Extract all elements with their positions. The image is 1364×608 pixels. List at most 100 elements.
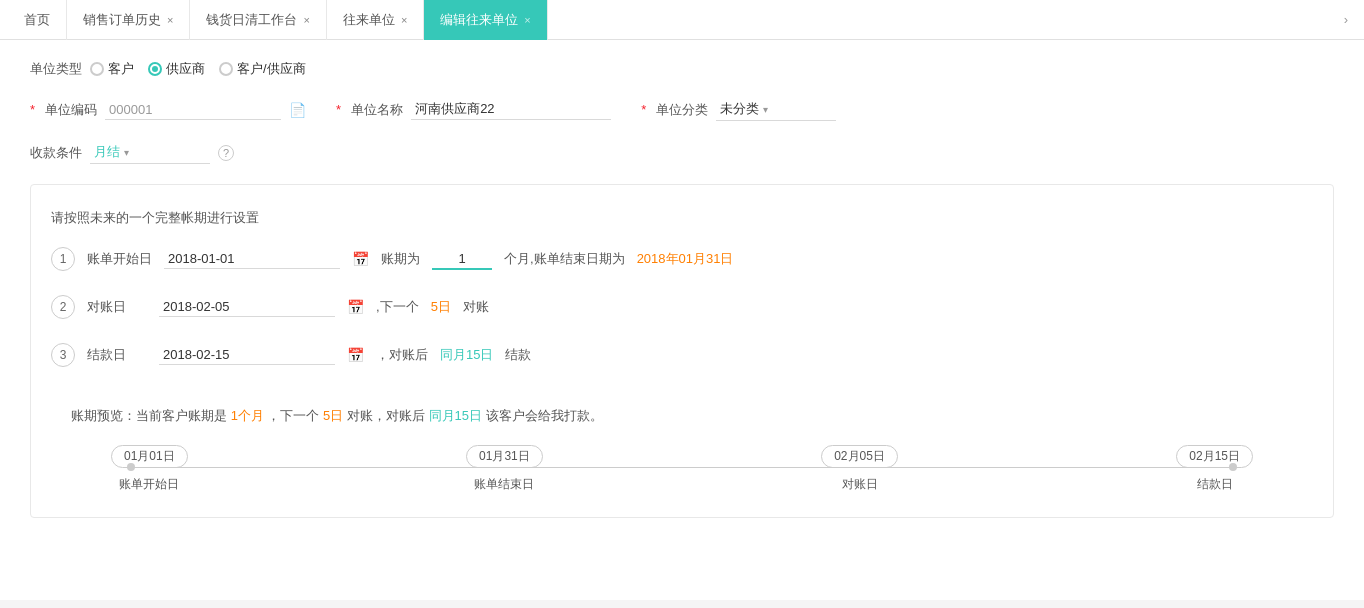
timeline-label-4: 结款日 [1197,476,1233,493]
reconcile-date-input[interactable] [159,297,335,317]
payment-condition-field: 收款条件 月结 ▾ ? [30,141,234,164]
reconcile-desc-prefix: ,下一个 [376,298,419,316]
row-label-1: 账单开始日 [87,250,152,268]
timeline-line [131,467,1233,468]
section-title: 请按照未来的一个完整帐期进行设置 [51,209,1313,227]
preview-prefix: 账期预览：当前客户账期是 [71,408,227,423]
unit-category-label: 单位分类 [656,101,708,119]
payment-desc-highlight: 同月15日 [440,346,493,364]
payment-condition-row: 收款条件 月结 ▾ ? [30,141,1334,164]
payment-date-input[interactable] [159,345,335,365]
period-end-date: 2018年01月31日 [637,250,734,268]
unit-code-icon[interactable]: 📄 [289,102,306,118]
tab-partner-unit[interactable]: 往来单位 × [327,0,424,40]
timeline-label-3: 对账日 [842,476,878,493]
preview-middle1: ，下一个 [267,408,319,423]
payment-desc-prefix: ，对账后 [376,346,428,364]
unit-name-label: 单位名称 [351,101,403,119]
reconcile-date-calendar-icon[interactable]: 📅 [347,299,364,315]
timeline-wrapper: 01月01日 账单开始日 01月31日 账单结束日 02月05日 对账日 02月… [71,445,1293,493]
row-num-3: 3 [51,343,75,367]
timeline-dot-right [1229,463,1237,471]
unit-type-label: 单位类型 [30,60,82,78]
payment-date-calendar-icon[interactable]: 📅 [347,347,364,363]
unit-name-field: * 单位名称 [336,100,611,120]
preview-highlight2: 5日 [323,408,343,423]
period-label: 账期为 [381,250,420,268]
preview-section: 账期预览：当前客户账期是 1个月 ，下一个 5日 对账，对账后 同月15日 该客… [51,391,1313,493]
config-row-3: 3 结款日 📅 ，对账后 同月15日 结款 [51,343,1313,367]
radio-both-label: 客户/供应商 [237,60,306,78]
close-tab-edit-partner[interactable]: × [524,14,530,26]
timeline-point-4: 02月15日 结款日 [1176,445,1253,493]
row-num-1: 1 [51,247,75,271]
timeline-point-2: 01月31日 账单结束日 [466,445,543,493]
config-section: 请按照未来的一个完整帐期进行设置 1 账单开始日 📅 账期为 个月,账单结束日期… [30,184,1334,518]
tab-edit-partner[interactable]: 编辑往来单位 × [424,0,547,40]
name-required-star: * [336,102,341,117]
payment-condition-label: 收款条件 [30,144,82,162]
timeline-label-1: 账单开始日 [119,476,179,493]
preview-text: 账期预览：当前客户账期是 1个月 ，下一个 5日 对账，对账后 同月15日 该客… [71,407,1293,425]
close-tab-partner[interactable]: × [401,14,407,26]
payment-condition-value: 月结 [94,143,120,161]
reconcile-desc-suffix: 对账 [463,298,489,316]
main-content: 单位类型 客户 供应商 客户/供应商 * 单位编码 [0,40,1364,600]
row-num-2: 2 [51,295,75,319]
unit-name-input[interactable] [411,100,611,120]
preview-highlight3: 同月15日 [429,408,482,423]
tab-sales-order-history[interactable]: 销售订单历史 × [67,0,190,40]
unit-code-input[interactable] [105,100,281,120]
close-tab-cash[interactable]: × [303,14,309,26]
reconcile-desc-highlight: 5日 [431,298,451,316]
radio-supplier-circle [148,62,162,76]
close-tab-sales[interactable]: × [167,14,173,26]
timeline-pill-2: 01月31日 [466,445,543,468]
unit-code-label: 单位编码 [45,101,97,119]
radio-customer-label: 客户 [108,60,134,78]
preview-highlight1: 1个月 [231,408,264,423]
radio-both-circle [219,62,233,76]
unit-type-radio-group: 客户 供应商 客户/供应商 [90,60,306,78]
timeline-pill-4: 02月15日 [1176,445,1253,468]
radio-customer[interactable]: 客户 [90,60,134,78]
payment-condition-select[interactable]: 月结 ▾ [90,141,210,164]
code-required-star: * [30,102,35,117]
timeline-point-3: 02月05日 对账日 [821,445,898,493]
unit-category-value: 未分类 [720,100,759,118]
tab-home[interactable]: 首页 [8,0,67,40]
period-unit-text: 个月,账单结束日期为 [504,250,625,268]
tab-cash-ledger[interactable]: 钱货日清工作台 × [190,0,326,40]
timeline-points: 01月01日 账单开始日 01月31日 账单结束日 02月05日 对账日 02月… [111,445,1253,493]
unit-type-row: 单位类型 客户 供应商 客户/供应商 [30,60,1334,78]
timeline-label-2: 账单结束日 [474,476,534,493]
start-date-calendar-icon[interactable]: 📅 [352,251,369,267]
radio-supplier[interactable]: 供应商 [148,60,205,78]
tab-scroll-arrow[interactable]: › [1336,12,1356,27]
preview-suffix: 该客户会给我打款。 [486,408,603,423]
unit-code-field: * 单位编码 📄 [30,100,306,120]
category-chevron-icon: ▾ [763,104,768,115]
unit-category-select[interactable]: 未分类 ▾ [716,98,836,121]
timeline-pill-3: 02月05日 [821,445,898,468]
config-row-2: 2 对账日 📅 ,下一个 5日 对账 [51,295,1313,319]
timeline-pill-1: 01月01日 [111,445,188,468]
payment-condition-help-icon[interactable]: ? [218,145,234,161]
start-date-input[interactable] [164,249,340,269]
category-required-star: * [641,102,646,117]
timeline-dot-left [127,463,135,471]
row-label-2: 对账日 [87,298,147,316]
payment-condition-chevron: ▾ [124,147,129,158]
row-label-3: 结款日 [87,346,147,364]
radio-both[interactable]: 客户/供应商 [219,60,306,78]
timeline-point-1: 01月01日 账单开始日 [111,445,188,493]
radio-customer-circle [90,62,104,76]
tab-bar: 首页 销售订单历史 × 钱货日清工作台 × 往来单位 × 编辑往来单位 × › [0,0,1364,40]
payment-desc-suffix: 结款 [505,346,531,364]
config-row-1: 1 账单开始日 📅 账期为 个月,账单结束日期为 2018年01月31日 [51,247,1313,271]
preview-middle2: 对账，对账后 [347,408,425,423]
code-name-category-row: * 单位编码 📄 * 单位名称 * 单位分类 未分类 ▾ [30,98,1334,121]
unit-type-field: 单位类型 客户 供应商 客户/供应商 [30,60,306,78]
period-value-input[interactable] [432,249,492,270]
radio-supplier-label: 供应商 [166,60,205,78]
